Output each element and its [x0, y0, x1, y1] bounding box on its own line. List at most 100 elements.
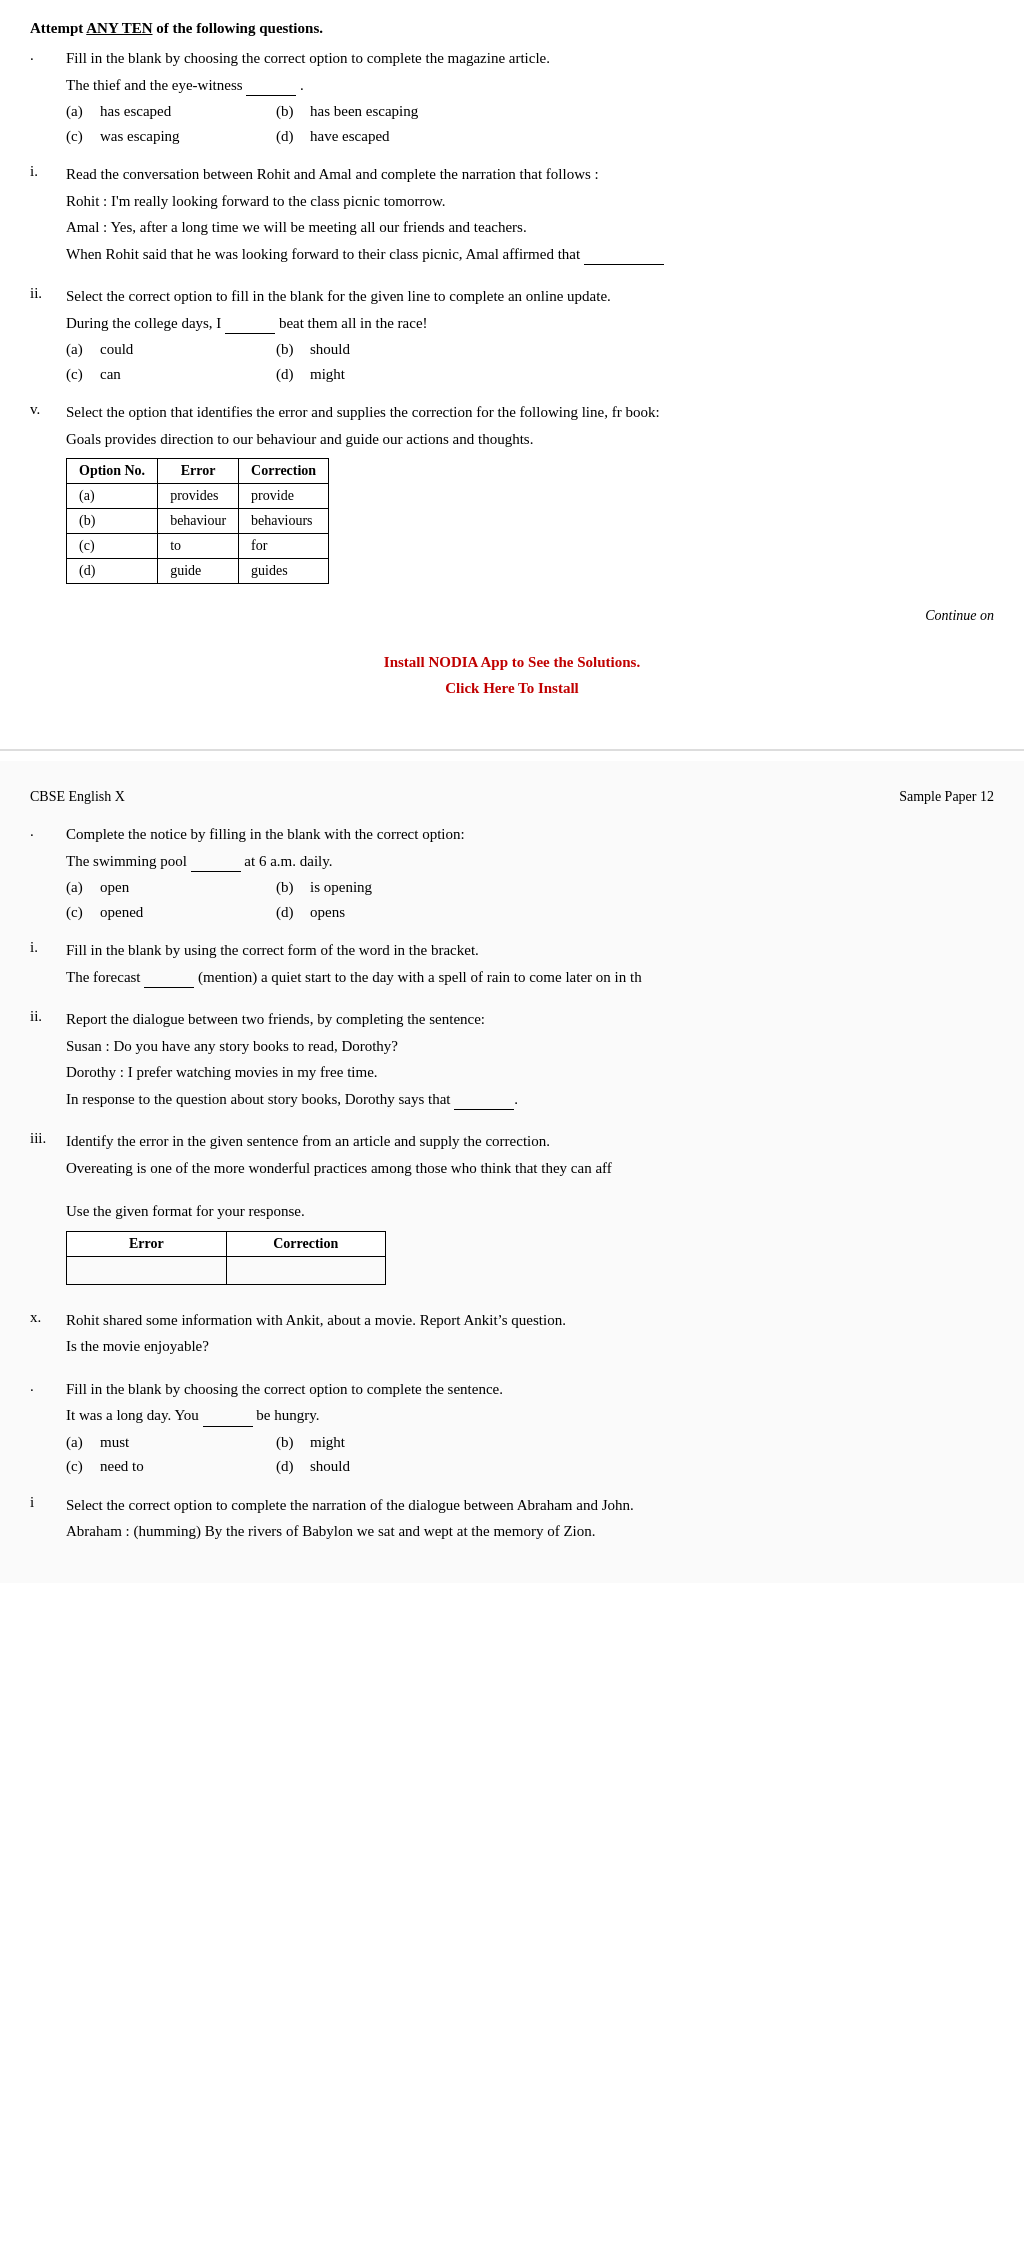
q1-text: Fill in the blank by choosing the correc…	[66, 47, 994, 70]
qii-options: (a) could (b) should (c) can (d) might	[66, 338, 994, 385]
p2-qdot-options: (a) must (b) might (c) need to (d) shoul…	[66, 1431, 994, 1478]
page-1: Attempt ANY TEN of the following questio…	[0, 0, 1024, 739]
p2-question-ii: ii. Report the dialogue between two frie…	[30, 1008, 994, 1114]
p2-qii-line1: Susan : Do you have any story books to r…	[66, 1035, 994, 1058]
qv-text: Select the option that identifies the er…	[66, 401, 994, 424]
p2-q-num-dot: .	[30, 1378, 58, 1478]
p2-qi-text: Fill in the blank by using the correct f…	[66, 939, 994, 962]
qii-sentence: During the college days, I beat them all…	[66, 312, 994, 335]
p2-q-content-ii: Report the dialogue between two friends,…	[66, 1008, 994, 1114]
page-header: CBSE English X Sample Paper 12	[30, 781, 994, 805]
p2-q-content-i: Fill in the blank by using the correct f…	[66, 939, 994, 992]
p2-qdot-text: Fill in the blank by choosing the correc…	[66, 1378, 994, 1401]
q-num-i: i.	[30, 163, 58, 269]
q-content-v: Select the option that identifies the er…	[66, 401, 994, 592]
qii-opt-a: (a) could	[66, 338, 276, 361]
p2-qiii-table: Error Correction	[66, 1231, 386, 1285]
p2-q1-sentence: The swimming pool at 6 a.m. daily.	[66, 850, 994, 873]
attempt-label: Attempt	[30, 20, 83, 36]
p2-q-num-1: .	[30, 823, 58, 923]
p2-question-i2: i Select the correct option to complete …	[30, 1494, 994, 1547]
p2-question-x: x. Rohit shared some information with An…	[30, 1309, 994, 1362]
section-title: Attempt ANY TEN of the following questio…	[30, 20, 994, 37]
p2-q-num-x: x.	[30, 1309, 58, 1362]
header-left: CBSE English X	[30, 789, 125, 805]
th-option: Option No.	[67, 459, 158, 484]
q-content-i: Read the conversation between Rohit and …	[66, 163, 994, 269]
p2-qi2-sentence: Abraham : (humming) By the rivers of Bab…	[66, 1520, 994, 1543]
p2-qdot-opt-a: (a) must	[66, 1431, 276, 1454]
p2-question-dot: . Fill in the blank by choosing the corr…	[30, 1378, 994, 1478]
p2-qdot-blank	[203, 1409, 253, 1427]
table-row: (c) to for	[67, 534, 329, 559]
qi-blank	[584, 247, 664, 265]
p2-q-content-x: Rohit shared some information with Ankit…	[66, 1309, 994, 1362]
p2-qdot-opt-d: (d) should	[276, 1455, 486, 1478]
q1-opt-b: (b) has been escaping	[276, 100, 486, 123]
th-correction: Correction	[239, 459, 329, 484]
p2-qii-text: Report the dialogue between two friends,…	[66, 1008, 994, 1031]
promo-text: Install NODIA App to See the Solutions. …	[40, 650, 984, 701]
p2-qiii-format: Use the given format for your response.	[66, 1200, 994, 1223]
p2-qi-blank	[144, 970, 194, 988]
header-right: Sample Paper 12	[899, 789, 994, 805]
qii-text: Select the correct option to fill in the…	[66, 285, 994, 308]
p2-q-content-i2: Select the correct option to complete th…	[66, 1494, 994, 1547]
p2-question-1: . Complete the notice by filling in the …	[30, 823, 994, 923]
q-num-v: v.	[30, 401, 58, 592]
qii-opt-d: (d) might	[276, 363, 486, 386]
p2-q1-opt-b: (b) is opening	[276, 876, 486, 899]
p2-qii-line2: Dorothy : I prefer watching movies in my…	[66, 1061, 994, 1084]
q1-options: (a) has escaped (b) has been escaping (c…	[66, 100, 994, 147]
p2-qiii-text: Identify the error in the given sentence…	[66, 1130, 994, 1153]
q1-sentence: The thief and the eye-witness .	[66, 74, 994, 97]
question-i: i. Read the conversation between Rohit a…	[30, 163, 994, 269]
p2-qdot-sentence: It was a long day. You be hungry.	[66, 1404, 994, 1427]
question-v: v. Select the option that identifies the…	[30, 401, 994, 592]
qii-blank	[225, 316, 275, 334]
page-2: CBSE English X Sample Paper 12 . Complet…	[0, 761, 1024, 1583]
qi-line2: Amal : Yes, after a long time we will be…	[66, 216, 994, 239]
qi-line1: Rohit : I'm really looking forward to th…	[66, 190, 994, 213]
question-ii: ii. Select the correct option to fill in…	[30, 285, 994, 385]
question-1: . Fill in the blank by choosing the corr…	[30, 47, 994, 147]
p2-th-correction: Correction	[226, 1231, 386, 1256]
qii-opt-b: (b) should	[276, 338, 486, 361]
p2-q-content-iii: Identify the error in the given sentence…	[66, 1130, 994, 1293]
p2-q-num-iii: iii.	[30, 1130, 58, 1293]
q-content-1: Fill in the blank by choosing the correc…	[66, 47, 994, 147]
p2-q1-blank	[191, 854, 241, 872]
p2-qiii-sentence: Overeating is one of the more wonderful …	[66, 1157, 994, 1180]
q-num-ii: ii.	[30, 285, 58, 385]
p2-qx-sentence: Is the movie enjoyable?	[66, 1335, 994, 1358]
p2-q1-opt-c: (c) opened	[66, 901, 276, 924]
p2-qii-blank	[454, 1092, 514, 1110]
of-following-label: of the following questions.	[156, 20, 323, 36]
qi-text: Read the conversation between Rohit and …	[66, 163, 994, 186]
q1-opt-c: (c) was escaping	[66, 125, 276, 148]
p2-qi2-text: Select the correct option to complete th…	[66, 1494, 994, 1517]
p2-qi-sentence: The forecast (mention) a quiet start to …	[66, 966, 994, 989]
q1-opt-a: (a) has escaped	[66, 100, 276, 123]
promo-banner[interactable]: Install NODIA App to See the Solutions. …	[30, 640, 994, 711]
table-row: (a) provides provide	[67, 484, 329, 509]
qv-sentence: Goals provides direction to our behaviou…	[66, 428, 994, 451]
q1-opt-d: (d) have escaped	[276, 125, 486, 148]
q-num-1: .	[30, 47, 58, 147]
p2-qii-line3: In response to the question about story …	[66, 1088, 994, 1111]
qi-line3: When Rohit said that he was looking forw…	[66, 243, 994, 266]
any-ten-label: ANY TEN	[86, 20, 152, 36]
p2-table-row	[67, 1256, 386, 1284]
qii-opt-c: (c) can	[66, 363, 276, 386]
p2-q-content-1: Complete the notice by filling in the bl…	[66, 823, 994, 923]
th-error: Error	[158, 459, 239, 484]
p2-qdot-opt-c: (c) need to	[66, 1455, 276, 1478]
p2-q1-text: Complete the notice by filling in the bl…	[66, 823, 994, 846]
q1-blank	[246, 78, 296, 96]
p2-q-num-i2: i	[30, 1494, 58, 1547]
p2-q-content-dot: Fill in the blank by choosing the correc…	[66, 1378, 994, 1478]
promo-line2: Click Here To Install	[40, 676, 984, 702]
p2-q1-options: (a) open (b) is opening (c) opened (d) o…	[66, 876, 994, 923]
continue-on: Continue on	[30, 608, 994, 624]
p2-q1-opt-d: (d) opens	[276, 901, 486, 924]
